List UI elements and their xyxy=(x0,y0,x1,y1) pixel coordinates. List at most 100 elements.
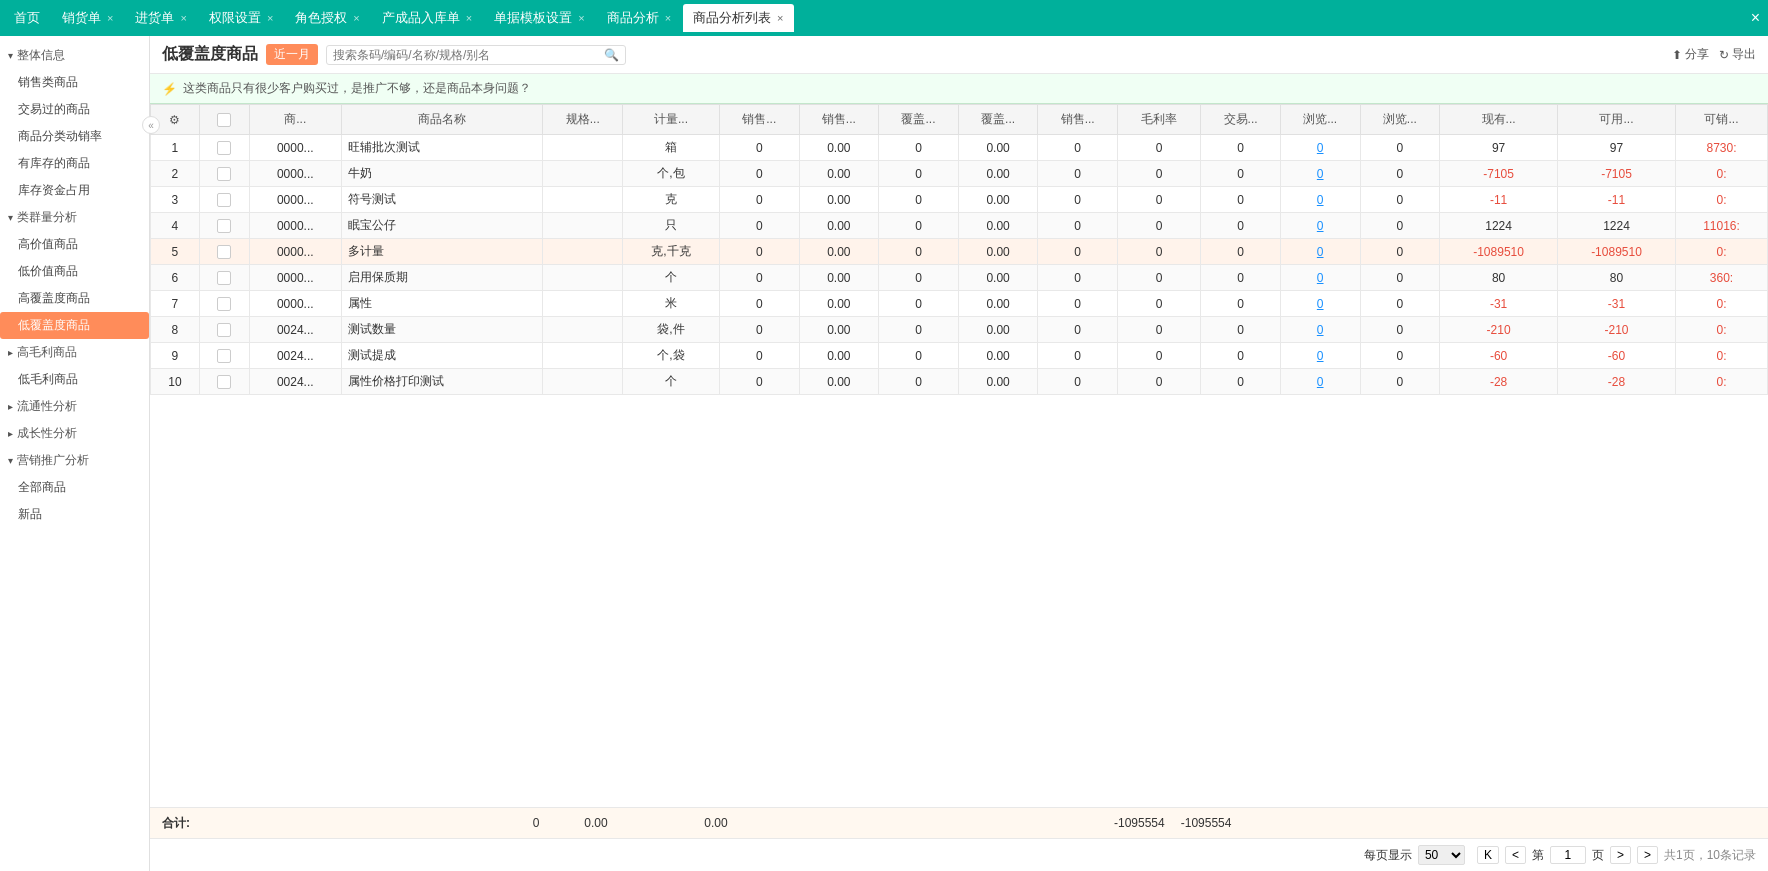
sidebar-group-promo[interactable]: ▾ 营销推广分析 xyxy=(0,447,149,474)
close-icon[interactable]: × xyxy=(777,12,783,24)
row-spec xyxy=(543,291,623,317)
row-check[interactable] xyxy=(199,213,249,239)
row-spec xyxy=(543,213,623,239)
export-button[interactable]: ↻ 导出 xyxy=(1719,46,1756,63)
sidebar-group-flow[interactable]: ▸ 流通性分析 xyxy=(0,393,149,420)
sidebar-item-sales-products[interactable]: 销售类商品 xyxy=(0,69,149,96)
period-button[interactable]: 近一月 xyxy=(266,44,318,65)
row-num: 7 xyxy=(151,291,200,317)
sidebar-group-class-analysis[interactable]: ▾ 类群量分析 xyxy=(0,204,149,231)
sidebar-item-high-coverage[interactable]: 高覆盖度商品 xyxy=(0,285,149,312)
row-cov1: 0 xyxy=(879,369,959,395)
sidebar-collapse-button[interactable]: « xyxy=(142,116,160,134)
sidebar-item-turnover-rate[interactable]: 商品分类动销率 xyxy=(0,123,149,150)
row-code: 0000... xyxy=(249,187,341,213)
row-sellable: 360: xyxy=(1675,265,1767,291)
row-check[interactable] xyxy=(199,369,249,395)
row-cov2: 0.00 xyxy=(958,265,1038,291)
row-num: 10 xyxy=(151,369,200,395)
window-close-button[interactable]: × xyxy=(1751,9,1760,27)
nav-tab-sales[interactable]: 销货单 × xyxy=(52,4,123,32)
last-page-button[interactable]: > xyxy=(1637,846,1658,864)
settings-icon: ⚙ xyxy=(169,113,180,127)
nav-tab-home[interactable]: 首页 xyxy=(4,4,50,32)
page-size-select[interactable]: 50 20 100 xyxy=(1418,845,1465,865)
sidebar-item-inventory[interactable]: 有库存的商品 xyxy=(0,150,149,177)
row-num: 5 xyxy=(151,239,200,265)
row-browse1[interactable]: 0 xyxy=(1280,291,1360,317)
row-browse1[interactable]: 0 xyxy=(1280,265,1360,291)
page-size-label: 每页显示 xyxy=(1364,847,1412,864)
sidebar-item-low-profit[interactable]: 低毛利商品 xyxy=(0,366,149,393)
search-box: 🔍 xyxy=(326,45,626,65)
nav-tab-analysis-list[interactable]: 商品分析列表 × xyxy=(683,4,793,32)
sidebar-group-overall[interactable]: ▾ 整体信息 xyxy=(0,42,149,69)
row-check[interactable] xyxy=(199,187,249,213)
row-browse1[interactable]: 0 xyxy=(1280,239,1360,265)
sidebar-group-growth[interactable]: ▸ 成长性分析 xyxy=(0,420,149,447)
sidebar-item-high-value[interactable]: 高价值商品 xyxy=(0,231,149,258)
nav-tab-analysis[interactable]: 商品分析 × xyxy=(597,4,681,32)
sidebar-item-new-products[interactable]: 新品 xyxy=(0,501,149,528)
close-icon[interactable]: × xyxy=(180,12,186,24)
sidebar-group-profit[interactable]: ▸ 高毛利商品 xyxy=(0,339,149,366)
search-input[interactable] xyxy=(333,48,600,62)
row-browse1[interactable]: 0 xyxy=(1280,135,1360,161)
sidebar-item-low-coverage[interactable]: 低覆盖度商品 xyxy=(0,312,149,339)
row-sellable: 0: xyxy=(1675,317,1767,343)
row-check[interactable] xyxy=(199,239,249,265)
col-sellable: 可销... xyxy=(1675,105,1767,135)
row-browse1[interactable]: 0 xyxy=(1280,213,1360,239)
row-check[interactable] xyxy=(199,343,249,369)
row-sellable: 0: xyxy=(1675,369,1767,395)
sidebar-item-all-products[interactable]: 全部商品 xyxy=(0,474,149,501)
close-icon[interactable]: × xyxy=(107,12,113,24)
row-browse1[interactable]: 0 xyxy=(1280,343,1360,369)
row-name: 旺辅批次测试 xyxy=(341,135,543,161)
sidebar-item-capital[interactable]: 库存资金占用 xyxy=(0,177,149,204)
row-available: -60 xyxy=(1558,343,1676,369)
row-check[interactable] xyxy=(199,291,249,317)
row-cov1: 0 xyxy=(879,213,959,239)
info-icon: ⚡ xyxy=(162,82,177,96)
row-browse1[interactable]: 0 xyxy=(1280,187,1360,213)
row-browse1[interactable]: 0 xyxy=(1280,369,1360,395)
page-number-input[interactable] xyxy=(1550,846,1586,864)
row-check[interactable] xyxy=(199,135,249,161)
nav-tab-roles[interactable]: 角色授权 × xyxy=(285,4,369,32)
sidebar: ▾ 整体信息 销售类商品 交易过的商品 商品分类动销率 有库存的商品 库存资金占… xyxy=(0,36,150,871)
row-spec xyxy=(543,161,623,187)
row-code: 0000... xyxy=(249,135,341,161)
next-page-button[interactable]: > xyxy=(1610,846,1631,864)
table-row: 4 0000... 眠宝公仔 只 0 0.00 0 0.00 0 0 0 0 0… xyxy=(151,213,1768,239)
close-icon[interactable]: × xyxy=(353,12,359,24)
nav-tab-products[interactable]: 产成品入库单 × xyxy=(372,4,482,32)
close-icon[interactable]: × xyxy=(267,12,273,24)
first-page-button[interactable]: K xyxy=(1477,846,1499,864)
row-num: 2 xyxy=(151,161,200,187)
nav-tab-templates[interactable]: 单据模板设置 × xyxy=(484,4,594,32)
row-browse1[interactable]: 0 xyxy=(1280,317,1360,343)
sidebar-item-low-value[interactable]: 低价值商品 xyxy=(0,258,149,285)
col-unit: 计量... xyxy=(623,105,720,135)
row-sellable: 0: xyxy=(1675,161,1767,187)
prev-page-button[interactable]: < xyxy=(1505,846,1526,864)
close-icon[interactable]: × xyxy=(665,12,671,24)
share-button[interactable]: ⬆ 分享 xyxy=(1672,46,1709,63)
row-cov2: 0.00 xyxy=(958,135,1038,161)
close-icon[interactable]: × xyxy=(578,12,584,24)
nav-tab-permissions[interactable]: 权限设置 × xyxy=(199,4,283,32)
row-check[interactable] xyxy=(199,317,249,343)
row-sales-amount: 0.00 xyxy=(799,161,879,187)
sidebar-item-traded-products[interactable]: 交易过的商品 xyxy=(0,96,149,123)
page-word2: 页 xyxy=(1592,847,1604,864)
nav-tab-purchase[interactable]: 进货单 × xyxy=(125,4,196,32)
row-gross-margin: 0 xyxy=(1118,291,1201,317)
row-browse1[interactable]: 0 xyxy=(1280,161,1360,187)
row-check[interactable] xyxy=(199,265,249,291)
row-sales-count: 0 xyxy=(719,213,799,239)
row-check[interactable] xyxy=(199,161,249,187)
close-icon[interactable]: × xyxy=(466,12,472,24)
row-sales-extra: 0 xyxy=(1038,343,1118,369)
table-row: 5 0000... 多计量 克,千克 0 0.00 0 0.00 0 0 0 0… xyxy=(151,239,1768,265)
